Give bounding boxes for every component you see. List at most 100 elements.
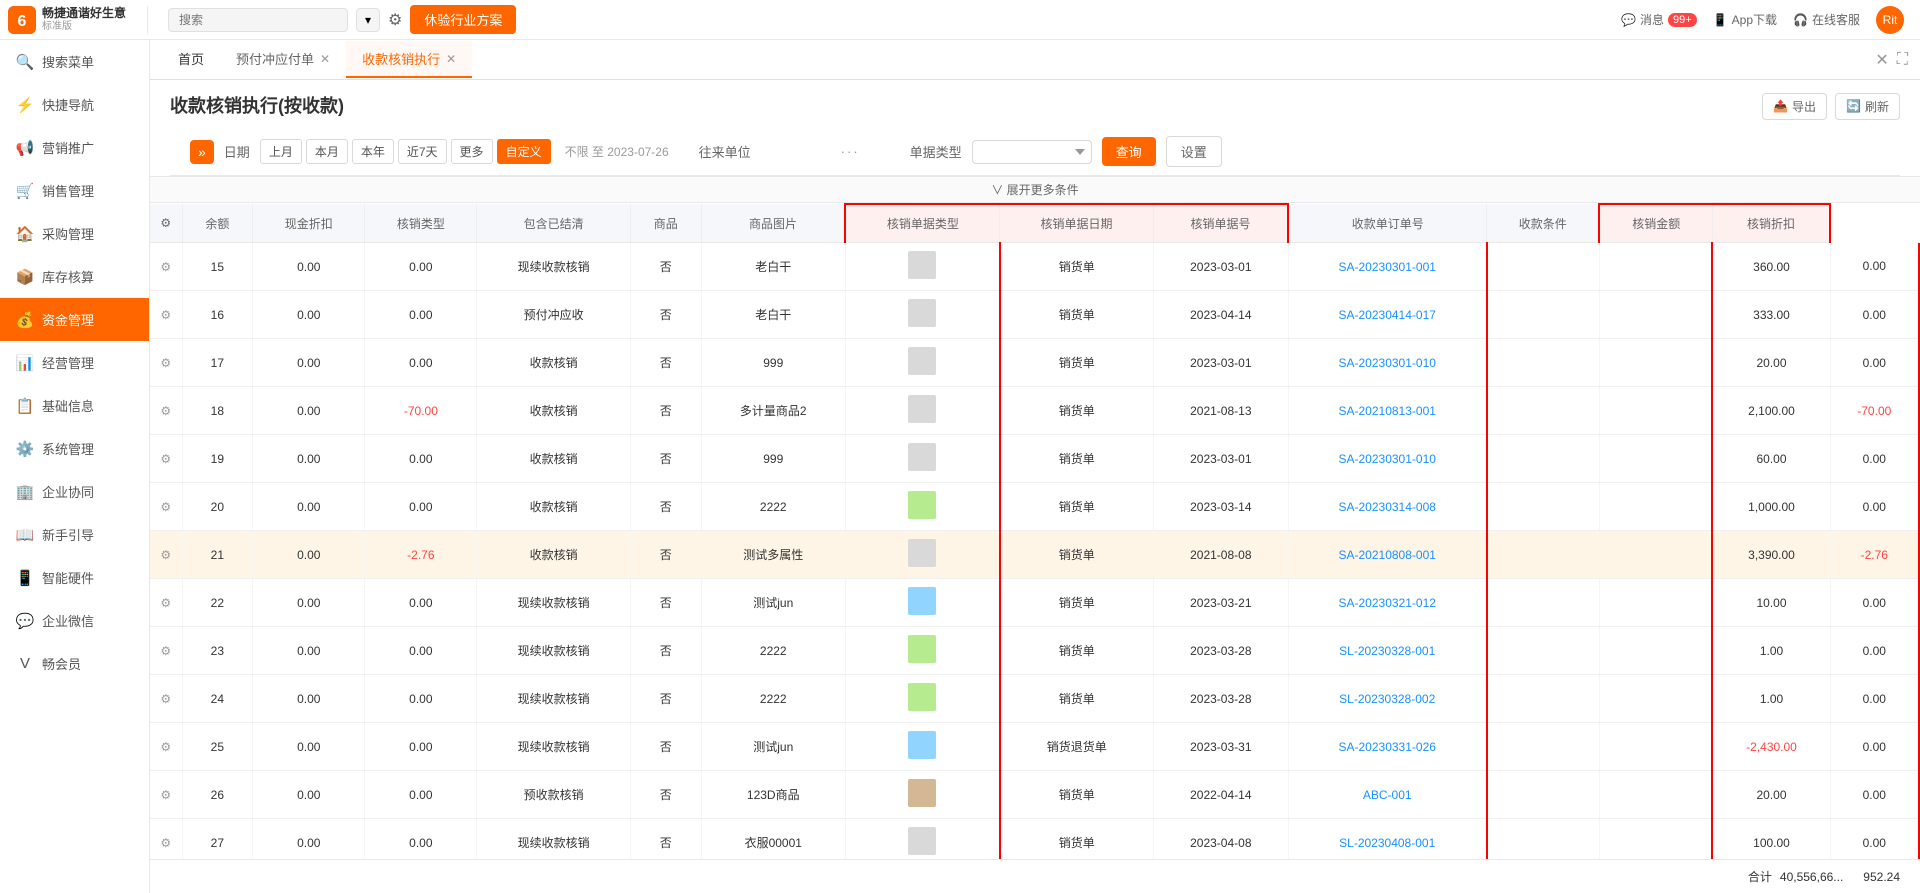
row-settings-icon[interactable]: ⚙	[160, 260, 171, 274]
query-btn[interactable]: 查询	[1102, 137, 1156, 166]
sidebar-item-marketing[interactable]: 📢 营销推广	[0, 126, 149, 169]
settings-btn[interactable]: 设置	[1166, 136, 1222, 167]
cell-writeoff-doc-no: SA-20230301-010	[1288, 339, 1486, 387]
cell-writeoff-doc-date: 2023-03-28	[1153, 675, 1288, 723]
writeoff-doc-no-link[interactable]: SA-20210813-001	[1339, 404, 1436, 418]
cell-writeoff-discount: 0.00	[1830, 243, 1919, 291]
filter-toggle-btn[interactable]: »	[190, 140, 214, 164]
writeoff-doc-no-link[interactable]: SA-20210808-001	[1339, 548, 1436, 562]
refresh-btn[interactable]: 🔄 刷新	[1835, 93, 1900, 120]
app-download-btn[interactable]: 📱 App下载	[1713, 11, 1777, 28]
close-all-icon[interactable]: ✕	[1875, 50, 1888, 70]
writeoff-doc-no-link[interactable]: SL-20230328-001	[1339, 644, 1435, 658]
sidebar-item-enterprise[interactable]: 🏢 企业协同	[0, 470, 149, 513]
sidebar-item-purchase[interactable]: 🏠 采购管理	[0, 212, 149, 255]
sidebar-label-inventory: 库存核算	[42, 267, 94, 286]
export-btn[interactable]: 📤 导出	[1762, 93, 1827, 120]
sidebar-item-smart-hw[interactable]: 📱 智能硬件	[0, 556, 149, 599]
notification-btn[interactable]: 💬 消息 99+	[1621, 11, 1697, 28]
sidebar-item-inventory[interactable]: 📦 库存核算	[0, 255, 149, 298]
counterparty-label: 往来单位	[699, 142, 751, 161]
sidebar-label-sales: 销售管理	[42, 181, 94, 200]
row-settings-icon[interactable]: ⚙	[160, 692, 171, 706]
cell-cash-discount: -2.76	[365, 531, 477, 579]
row-settings-icon[interactable]: ⚙	[160, 644, 171, 658]
tab-prepaid-close[interactable]: ✕	[320, 52, 330, 66]
cell-balance: 0.00	[253, 483, 365, 531]
cell-writeoff-doc-no: SA-20230414-017	[1288, 291, 1486, 339]
cell-receipt-condition	[1599, 531, 1712, 579]
cell-writeoff-discount: 0.00	[1830, 339, 1919, 387]
date-opt-custom[interactable]: 自定义	[497, 139, 551, 164]
dropdown-btn[interactable]: ▾	[356, 8, 380, 32]
cell-writeoff-doc-type: 销货单	[1000, 435, 1153, 483]
writeoff-doc-no-link[interactable]: SL-20230328-002	[1339, 692, 1435, 706]
writeoff-doc-no-link[interactable]: SA-20230301-001	[1339, 260, 1436, 274]
date-opt-more[interactable]: 更多	[451, 139, 493, 164]
cell-writeoff-type: 收款核销	[477, 435, 630, 483]
cell-include-settled: 否	[630, 771, 701, 819]
maximize-icon[interactable]: ⛶	[1897, 51, 1908, 69]
voucher-type-select[interactable]	[972, 140, 1092, 164]
sales-icon: 🛒	[16, 182, 34, 200]
expand-bar[interactable]: ∨ 展开更多条件	[150, 177, 1920, 203]
sidebar-item-quick-nav[interactable]: ⚡ 快捷导航	[0, 83, 149, 126]
col-include-settled-header: 包含已结清	[477, 204, 630, 243]
cell-settings: ⚙	[150, 771, 182, 819]
cell-include-settled: 否	[630, 243, 701, 291]
cell-writeoff-doc-date: 2021-08-13	[1153, 387, 1288, 435]
date-opt-this-year[interactable]: 本年	[352, 139, 394, 164]
table-row: ⚙ 15 0.00 0.00 现续收款核销 否 老白干 销货单 2023-03-…	[150, 243, 1919, 291]
writeoff-doc-no-link[interactable]: ABC-001	[1363, 788, 1412, 802]
row-settings-icon[interactable]: ⚙	[160, 452, 171, 466]
writeoff-doc-no-link[interactable]: SL-20230408-001	[1339, 836, 1435, 850]
row-settings-icon[interactable]: ⚙	[160, 596, 171, 610]
sidebar-item-guide[interactable]: 📖 新手引导	[0, 513, 149, 556]
col-product-header: 商品	[630, 204, 701, 243]
cell-writeoff-doc-type: 销货单	[1000, 339, 1153, 387]
tab-receipt-writeoff[interactable]: 收款核销执行 ✕	[346, 41, 472, 78]
gear-icon[interactable]: ⚙	[388, 10, 402, 30]
row-settings-icon[interactable]: ⚙	[160, 356, 171, 370]
cell-settings: ⚙	[150, 819, 182, 860]
cell-writeoff-doc-date: 2023-04-08	[1153, 819, 1288, 860]
sidebar-item-operation[interactable]: 📊 经营管理	[0, 341, 149, 384]
date-opt-this-month[interactable]: 本月	[306, 139, 348, 164]
user-avatar[interactable]: Rit	[1876, 6, 1904, 34]
sidebar-item-member[interactable]: V 畅会员	[0, 642, 149, 685]
row-settings-icon[interactable]: ⚙	[160, 740, 171, 754]
sidebar-item-finance[interactable]: 💰 资金管理	[0, 298, 149, 341]
cell-writeoff-doc-date: 2023-04-14	[1153, 291, 1288, 339]
tab-receipt-writeoff-close[interactable]: ✕	[446, 52, 456, 66]
writeoff-doc-no-link[interactable]: SA-20230314-008	[1339, 500, 1436, 514]
sidebar-item-base-info[interactable]: 📋 基础信息	[0, 384, 149, 427]
cell-include-settled: 否	[630, 819, 701, 860]
tab-prepaid[interactable]: 预付冲应付单 ✕	[220, 41, 346, 78]
row-settings-icon[interactable]: ⚙	[160, 836, 171, 850]
date-opt-last-month[interactable]: 上月	[260, 139, 302, 164]
tab-home[interactable]: 首页	[162, 41, 220, 78]
sidebar-item-wechat[interactable]: 💬 企业微信	[0, 599, 149, 642]
writeoff-doc-no-link[interactable]: SA-20230414-017	[1339, 308, 1436, 322]
writeoff-doc-no-link[interactable]: SA-20230301-010	[1339, 452, 1436, 466]
online-service-btn[interactable]: 🎧 在线客服	[1793, 11, 1860, 28]
writeoff-doc-no-link[interactable]: SA-20230301-010	[1339, 356, 1436, 370]
writeoff-doc-no-link[interactable]: SA-20230321-012	[1339, 596, 1436, 610]
footer-total-discount-value: 952.24	[1863, 870, 1900, 884]
cell-receipt-condition	[1599, 387, 1712, 435]
settings-icon[interactable]: ⚙	[160, 216, 171, 230]
sidebar-item-system[interactable]: ⚙️ 系统管理	[0, 427, 149, 470]
row-settings-icon[interactable]: ⚙	[160, 500, 171, 514]
search-input[interactable]	[168, 8, 348, 32]
col-writeoff-amount-header: 核销金额	[1599, 204, 1712, 243]
row-settings-icon[interactable]: ⚙	[160, 788, 171, 802]
date-opt-7days[interactable]: 近7天	[398, 139, 447, 164]
row-settings-icon[interactable]: ⚙	[160, 404, 171, 418]
counterparty-dots[interactable]: ···	[841, 144, 860, 159]
sidebar-item-sales[interactable]: 🛒 销售管理	[0, 169, 149, 212]
industry-solution-btn[interactable]: 休验行业方案	[410, 5, 516, 34]
sidebar-item-search-menu[interactable]: 🔍 搜索菜单	[0, 40, 149, 83]
writeoff-doc-no-link[interactable]: SA-20230331-026	[1339, 740, 1436, 754]
row-settings-icon[interactable]: ⚙	[160, 548, 171, 562]
row-settings-icon[interactable]: ⚙	[160, 308, 171, 322]
